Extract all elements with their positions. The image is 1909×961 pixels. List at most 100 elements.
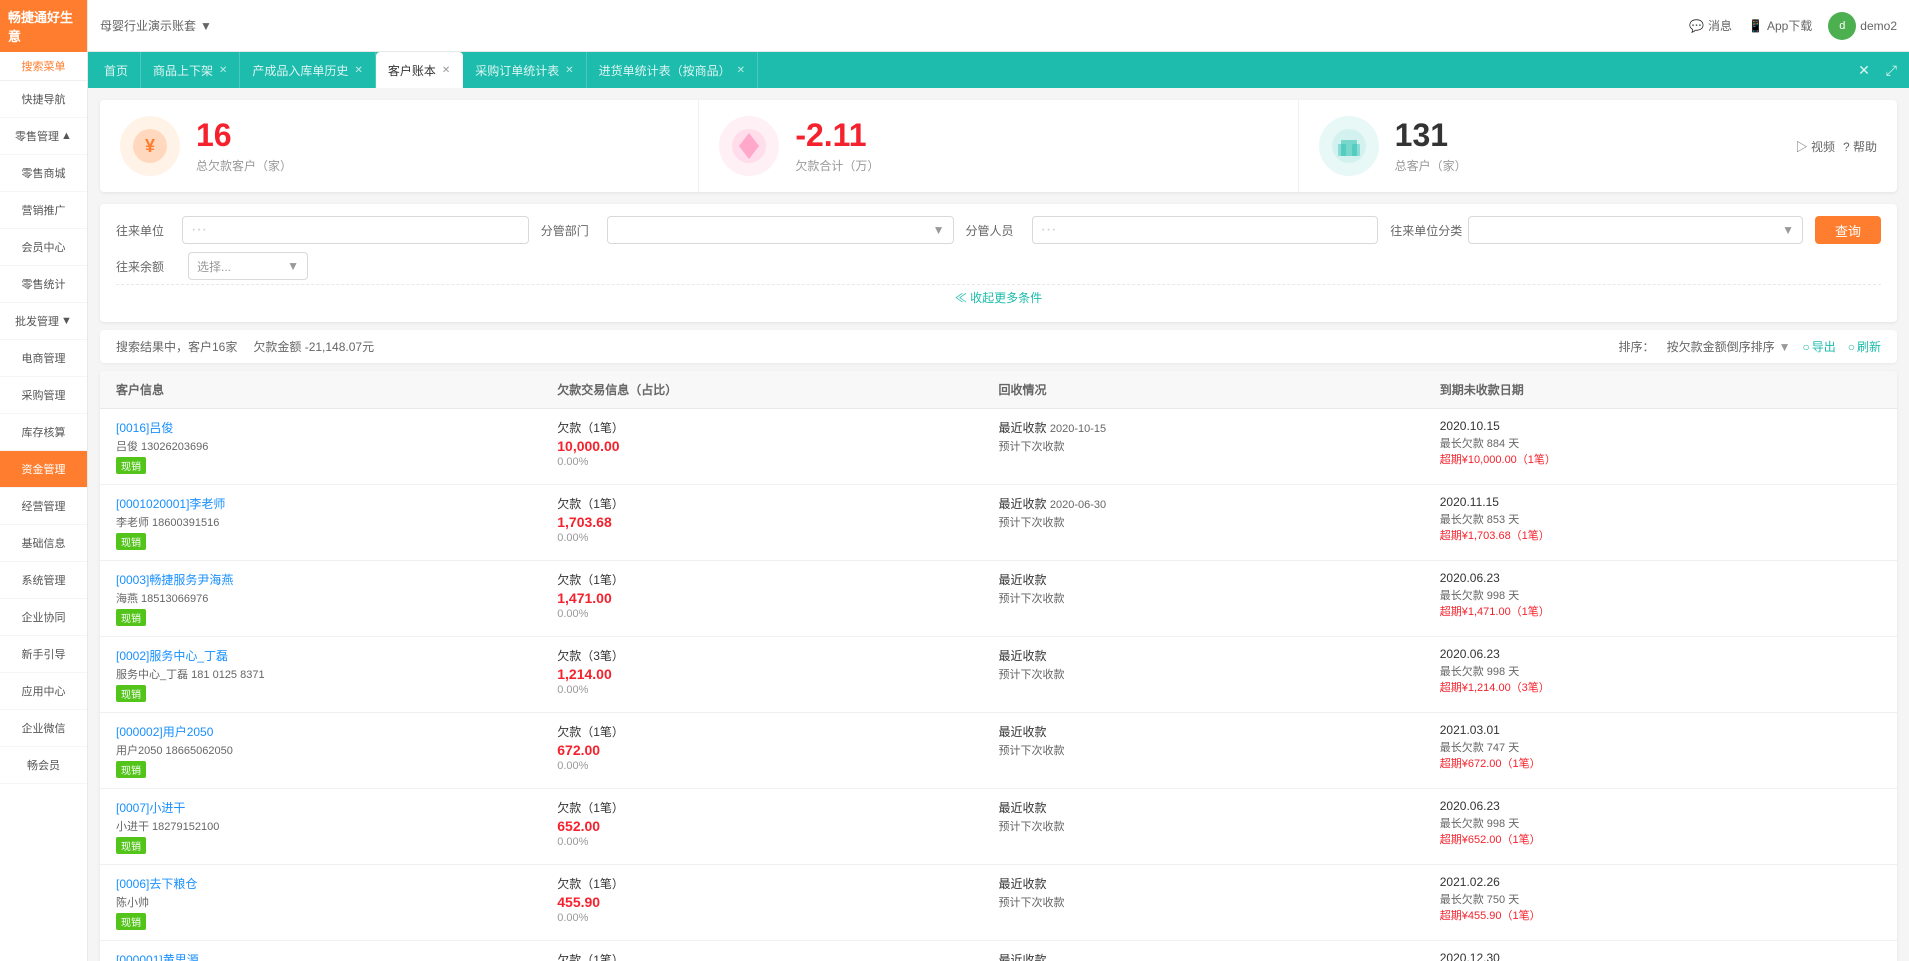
customer-name-4[interactable]: [000002]用户2050 [116, 723, 557, 740]
expire-date-0: 2020.10.15 [1440, 419, 1881, 433]
search-menu[interactable]: 搜索菜单 [0, 52, 87, 81]
manager-label: 分管人员 [966, 222, 1026, 239]
customer-info-0: [0016]吕俊 吕俊 13026203696 现销 [116, 419, 557, 474]
debt-ratio-0: 0.00% [557, 456, 998, 468]
unit-class-select[interactable]: ▼ [1468, 216, 1803, 244]
customer-name-5[interactable]: [0007]小进干 [116, 799, 557, 816]
return-next-0: 预计下次收款 [999, 438, 1440, 454]
sidebar-item-wx-enterprise[interactable]: 企业微信 [0, 710, 87, 747]
expire-detail-0: 最长欠款 884 天 [1440, 435, 1881, 451]
sidebar-item-marketing[interactable]: 营销推广 [0, 192, 87, 229]
sidebar-item-retail[interactable]: 零售管理 ▲ [0, 118, 87, 155]
table-row: [0001020001]李老师 李老师 18600391516 现销 欠款（1笔… [100, 485, 1897, 561]
query-button[interactable]: 查询 [1815, 216, 1881, 244]
filter-collapse-btn[interactable]: ≪ 收起更多条件 [116, 284, 1881, 310]
sidebar-item-retail-stats[interactable]: 零售统计 [0, 266, 87, 303]
tab-close-purchase-order[interactable]: ✕ [565, 65, 573, 76]
stat-overdue-customers-info: 16 总欠款客户（家） [196, 118, 678, 174]
filter-unit-class: 往来单位分类 ▼ [1390, 216, 1803, 244]
tab-close-all-btn[interactable]: ✕ [1854, 58, 1874, 83]
help-btn[interactable]: ? 帮助 [1843, 138, 1877, 155]
dept-label: 分管部门 [541, 222, 601, 239]
col-expire: 到期未收款日期 [1440, 381, 1881, 398]
sidebar-item-system[interactable]: 系统管理 [0, 562, 87, 599]
data-table: 客户信息 欠款交易信息（占比） 回收情况 到期未收款日期 [0016]吕俊 吕俊… [100, 371, 1897, 961]
video-btn[interactable]: ▷ 视频 [1796, 138, 1835, 155]
diamond-icon [719, 116, 779, 176]
yuan-icon: ¥ [120, 116, 180, 176]
industry-selector[interactable]: 母婴行业演示账套 ▼ [100, 17, 212, 34]
refresh-button[interactable]: ○ 刷新 [1848, 338, 1881, 355]
avatar: d [1828, 12, 1856, 40]
sidebar-item-purchase[interactable]: 采购管理 [0, 377, 87, 414]
results-bar: 搜索结果中，客户16家 欠款金额 -21,148.07元 排序： 按欠款金额倒序… [100, 330, 1897, 363]
sidebar-item-ecommerce[interactable]: 电商管理 [0, 340, 87, 377]
sidebar-item-vip[interactable]: 畅会员 [0, 747, 87, 784]
sidebar-item-basic-info[interactable]: 基础信息 [0, 525, 87, 562]
from-unit-label: 往来单位 [116, 222, 176, 239]
table-row: [0006]去下粮仓 陈小帅 现销 欠款（1笔） 455.90 0.00% 最近… [100, 865, 1897, 941]
customer-name-7[interactable]: [000001]黄思源 [116, 951, 557, 961]
table-row: [0003]畅捷服务尹海燕 海燕 18513066976 现销 欠款（1笔） 1… [100, 561, 1897, 637]
svg-text:¥: ¥ [145, 136, 155, 156]
tab-bar: 首页 商品上下架 ✕ 产成品入库单历史 ✕ 客户账本 ✕ 采购订单统计表 ✕ 进… [88, 52, 1909, 88]
sidebar-item-app-center[interactable]: 应用中心 [0, 673, 87, 710]
filter-manager: 分管人员 ··· [966, 216, 1379, 244]
customer-name-0[interactable]: [0016]吕俊 [116, 419, 557, 436]
header-right: 💬 消息 📱 App下载 d demo2 [1689, 12, 1897, 40]
tab-home[interactable]: 首页 [92, 52, 141, 88]
expire-info-0: 2020.10.15 最长欠款 884 天 超期¥10,000.00（1笔） [1440, 419, 1881, 467]
app-download-btn[interactable]: 📱 App下载 [1748, 17, 1812, 34]
tab-purchase-order[interactable]: 采购订单统计表 ✕ [463, 52, 586, 88]
customer-name-2[interactable]: [0003]畅捷服务尹海燕 [116, 571, 557, 588]
tab-purchase-stat[interactable]: 进货单统计表（按商品） ✕ [587, 52, 758, 88]
customer-name-1[interactable]: [0001020001]李老师 [116, 495, 557, 512]
debt-amount-0[interactable]: 10,000.00 [557, 438, 998, 454]
results-summary: 搜索结果中，客户16家 欠款金额 -21,148.07元 [116, 338, 374, 355]
tab-expand-btn[interactable]: ⤢ [1882, 58, 1901, 83]
export-button[interactable]: ○ 导出 [1802, 338, 1835, 355]
debt-count-0: 欠款（1笔） [557, 419, 998, 436]
tab-close-purchase-stat[interactable]: ✕ [737, 65, 745, 76]
sidebar-item-new-guide[interactable]: 新手引导 [0, 636, 87, 673]
tab-customer-account[interactable]: 客户账本 ✕ [376, 52, 463, 88]
stat-overdue-customers: ¥ 16 总欠款客户（家） [100, 100, 699, 192]
customer-name-6[interactable]: [0006]去下粮仓 [116, 875, 557, 892]
dept-select[interactable]: ▼ [607, 216, 954, 244]
top-header: 母婴行业演示账套 ▼ 💬 消息 📱 App下载 d demo2 [88, 0, 1909, 52]
sidebar-item-enterprise[interactable]: 企业协同 [0, 599, 87, 636]
tab-bar-actions: ✕ ⤢ [1854, 58, 1905, 83]
overdue-amount-label: 欠款合计（万） [795, 157, 1277, 174]
tab-product-history[interactable]: 产成品入库单历史 ✕ [240, 52, 375, 88]
tab-product-off[interactable]: 商品上下架 ✕ [141, 52, 240, 88]
debt-info-0: 欠款（1笔） 10,000.00 0.00% [557, 419, 998, 468]
balance-select[interactable]: 选择... ▼ [188, 252, 308, 280]
table-row: [000001]黄思源 黄思源 13552700226 现销 欠款（1笔） 42… [100, 941, 1897, 961]
filter-row-1: 往来单位 ··· 分管部门 ▼ 分管人员 [116, 216, 1881, 244]
tab-close-product-off[interactable]: ✕ [219, 65, 227, 76]
sort-select[interactable]: 按欠款金额倒序排序 ▼ [1667, 338, 1791, 355]
tab-close-customer-account[interactable]: ✕ [442, 65, 450, 76]
sidebar-item-inventory[interactable]: 库存核算 [0, 414, 87, 451]
results-debt: 欠款金额 -21,148.07元 [253, 338, 374, 355]
from-unit-input[interactable]: ··· [182, 216, 529, 244]
results-actions: 排序： 按欠款金额倒序排序 ▼ ○ 导出 ○ 刷新 [1619, 338, 1881, 355]
stat-card-actions: ▷ 视频 ? 帮助 [1796, 138, 1877, 155]
table-row: [0002]服务中心_丁磊 服务中心_丁磊 181 0125 8371 现销 欠… [100, 637, 1897, 713]
balance-label: 往来余额 [116, 258, 176, 275]
sidebar-item-operations[interactable]: 经营管理 [0, 488, 87, 525]
customer-name-3[interactable]: [0002]服务中心_丁磊 [116, 647, 557, 664]
user-menu[interactable]: d demo2 [1828, 12, 1897, 40]
sidebar-item-members[interactable]: 会员中心 [0, 229, 87, 266]
sidebar-item-retail-mall[interactable]: 零售商城 [0, 155, 87, 192]
sidebar-item-quick-nav[interactable]: 快捷导航 [0, 81, 87, 118]
sidebar-item-batch[interactable]: 批发管理 ▼ [0, 303, 87, 340]
sidebar-item-finance[interactable]: 资金管理 [0, 451, 87, 488]
stat-overdue-amount-info: -2.11 欠款合计（万） [795, 118, 1277, 174]
overdue-link-0[interactable]: 超期¥10,000.00（1笔） [1440, 454, 1556, 466]
customer-tag-0: 现销 [116, 457, 146, 474]
unit-class-label: 往来单位分类 [1390, 222, 1462, 239]
message-btn[interactable]: 💬 消息 [1689, 17, 1732, 34]
tab-close-product-history[interactable]: ✕ [354, 65, 362, 76]
manager-input[interactable]: ··· [1032, 216, 1379, 244]
